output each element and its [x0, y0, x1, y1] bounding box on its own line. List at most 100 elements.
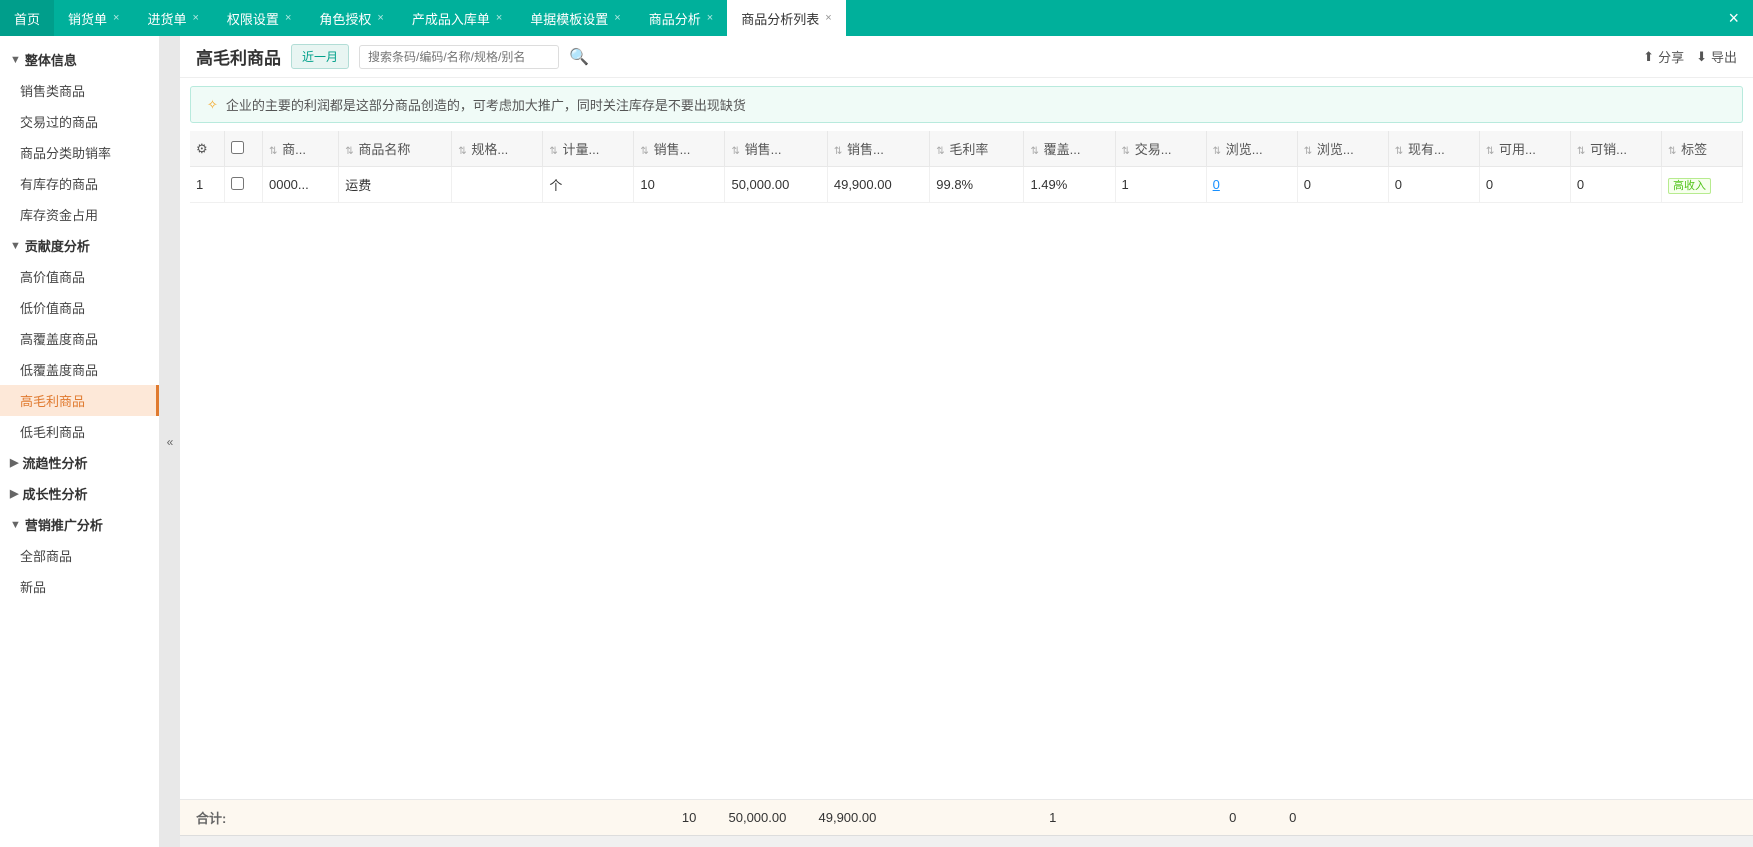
sidebar-item-1-1[interactable]: 低价值商品 — [0, 292, 159, 323]
sidebar-collapse-button[interactable]: « — [160, 36, 180, 847]
tab-close-icon-1[interactable]: × — [113, 12, 119, 24]
sort-icon-browse1[interactable]: ⇅ — [1213, 146, 1224, 157]
cell-unit-0: 个 — [543, 167, 634, 203]
footer-cell-8: 49,900.00 — [796, 810, 886, 825]
sort-icon-browse2[interactable]: ⇅ — [1304, 146, 1315, 157]
footer-cell-7: 50,000.00 — [706, 810, 796, 825]
sort-icon-current_stock[interactable]: ⇅ — [1395, 146, 1406, 157]
topnav-item-2[interactable]: 进货单× — [133, 0, 212, 36]
topnav-item-6[interactable]: 单据模板设置× — [516, 0, 634, 36]
tab-close-icon-3[interactable]: × — [285, 12, 291, 24]
select-all-checkbox[interactable] — [231, 141, 244, 154]
col-header-sales_cost: ⇅ 销售... — [827, 131, 929, 167]
col-label-saleable_stock: 可销... — [1590, 142, 1627, 157]
sort-icon-tag[interactable]: ⇅ — [1668, 146, 1679, 157]
topnav-item-4[interactable]: 角色授权× — [305, 0, 397, 36]
sidebar-item-0-4[interactable]: 库存资金占用 — [0, 199, 159, 230]
sidebar-item-1-3[interactable]: 低覆盖度商品 — [0, 354, 159, 385]
cell-sales_qty-0: 10 — [634, 167, 725, 203]
sort-icon-sales_qty[interactable]: ⇅ — [640, 146, 651, 157]
sort-icon-transaction[interactable]: ⇅ — [1122, 146, 1133, 157]
tab-close-icon-8[interactable]: × — [825, 12, 831, 24]
topnav-item-0[interactable]: 首页 — [0, 0, 54, 36]
sort-icon-spec[interactable]: ⇅ — [458, 146, 469, 157]
sort-icon-code[interactable]: ⇅ — [269, 146, 280, 157]
col-label-tag: 标签 — [1681, 142, 1707, 157]
share-button[interactable]: ⬆ 分享 — [1643, 47, 1684, 66]
sidebar-group-2[interactable]: ▶流趋性分析 — [0, 447, 159, 478]
tab-close-icon-4[interactable]: × — [377, 12, 383, 24]
sort-icon-gross_margin[interactable]: ⇅ — [936, 146, 947, 157]
col-header-coverage: ⇅ 覆盖... — [1024, 131, 1115, 167]
col-header-available_stock: ⇅ 可用... — [1479, 131, 1570, 167]
footer-cell-3 — [396, 810, 516, 825]
sort-icon-available_stock[interactable]: ⇅ — [1486, 146, 1497, 157]
sidebar-group-label-4: 营销推广分析 — [25, 515, 103, 534]
cell-sales_amount-0: 50,000.00 — [725, 167, 827, 203]
table-header-row: ⚙⇅ 商...⇅ 商品名称⇅ 规格...⇅ 计量...⇅ 销售...⇅ 销售..… — [190, 131, 1743, 167]
sidebar-group-0[interactable]: ▼整体信息 — [0, 44, 159, 75]
cell-available_stock-0: 0 — [1479, 167, 1570, 203]
tab-close-icon-7[interactable]: × — [707, 12, 713, 24]
col-header-saleable_stock: ⇅ 可销... — [1570, 131, 1661, 167]
topnav-item-5[interactable]: 产成品入库单× — [398, 0, 516, 36]
footer-cell-1 — [286, 810, 316, 825]
sidebar-item-0-1[interactable]: 交易过的商品 — [0, 106, 159, 137]
col-label-current_stock: 现有... — [1408, 142, 1445, 157]
col-header-code: ⇅ 商... — [262, 131, 338, 167]
col-header-transaction: ⇅ 交易... — [1115, 131, 1206, 167]
scroll-bar[interactable] — [180, 835, 1753, 847]
col-header-name: ⇅ 商品名称 — [339, 131, 452, 167]
close-all-button[interactable]: × — [1714, 8, 1753, 29]
content-header: 高毛利商品 近一月 🔍 ⬆ 分享 ⬇ 导出 — [180, 36, 1753, 78]
sort-icon-name[interactable]: ⇅ — [345, 146, 356, 157]
topnav-item-7[interactable]: 商品分析× — [635, 0, 727, 36]
footer-cell-4 — [516, 810, 586, 825]
export-button[interactable]: ⬇ 导出 — [1696, 47, 1737, 66]
cell-saleable_stock-0: 0 — [1570, 167, 1661, 203]
col-header-settings[interactable]: ⚙ — [190, 131, 225, 167]
sidebar-group-3[interactable]: ▶成长性分析 — [0, 478, 159, 509]
sidebar-item-4-1[interactable]: 新品 — [0, 571, 159, 602]
tab-close-icon-5[interactable]: × — [496, 12, 502, 24]
sort-icon-saleable_stock[interactable]: ⇅ — [1577, 146, 1588, 157]
sidebar-item-0-3[interactable]: 有库存的商品 — [0, 168, 159, 199]
col-header-unit: ⇅ 计量... — [543, 131, 634, 167]
tab-close-icon-6[interactable]: × — [614, 12, 620, 24]
col-label-browse2: 浏览... — [1317, 142, 1354, 157]
sidebar-item-1-5[interactable]: 低毛利商品 — [0, 416, 159, 447]
sidebar-group-4[interactable]: ▼营销推广分析 — [0, 509, 159, 540]
cell-checkbox-0 — [225, 167, 263, 203]
sidebar-item-0-0[interactable]: 销售类商品 — [0, 75, 159, 106]
search-button[interactable]: 🔍 — [569, 47, 589, 67]
sidebar-item-4-0[interactable]: 全部商品 — [0, 540, 159, 571]
settings-icon[interactable]: ⚙ — [196, 141, 208, 156]
sidebar-group-1[interactable]: ▼贡献度分析 — [0, 230, 159, 261]
filter-recent-month-button[interactable]: 近一月 — [291, 44, 349, 69]
footer-cell-14: 0 — [1186, 810, 1246, 825]
cell-current_stock-0: 0 — [1388, 167, 1479, 203]
footer-cell-6: 10 — [646, 810, 706, 825]
sidebar-item-0-2[interactable]: 商品分类助销率 — [0, 137, 159, 168]
row-checkbox-0[interactable] — [231, 177, 244, 190]
sidebar-item-1-4[interactable]: 高毛利商品 — [0, 385, 159, 416]
browse-link-0[interactable]: 0 — [1213, 177, 1220, 192]
col-header-checkbox[interactable] — [225, 131, 263, 167]
group-arrow-icon-1: ▼ — [10, 240, 21, 252]
topnav-item-8[interactable]: 商品分析列表× — [727, 0, 845, 36]
cell-gross_margin-0: 99.8% — [930, 167, 1024, 203]
sort-icon-coverage[interactable]: ⇅ — [1030, 146, 1041, 157]
footer-cell-0 — [246, 810, 286, 825]
sort-icon-sales_cost[interactable]: ⇅ — [834, 146, 845, 157]
footer-bar: 合计: 1050,000.0049,900.00100 — [180, 799, 1753, 835]
sidebar-item-1-2[interactable]: 高覆盖度商品 — [0, 323, 159, 354]
sidebar-item-1-0[interactable]: 高价值商品 — [0, 261, 159, 292]
search-input[interactable] — [359, 45, 559, 69]
topnav-item-1[interactable]: 销货单× — [54, 0, 133, 36]
footer-cell-11: 1 — [1006, 810, 1066, 825]
col-label-transaction: 交易... — [1135, 142, 1172, 157]
sort-icon-unit[interactable]: ⇅ — [549, 146, 560, 157]
sort-icon-sales_amount[interactable]: ⇅ — [731, 146, 742, 157]
tab-close-icon-2[interactable]: × — [192, 12, 198, 24]
topnav-item-3[interactable]: 权限设置× — [213, 0, 305, 36]
